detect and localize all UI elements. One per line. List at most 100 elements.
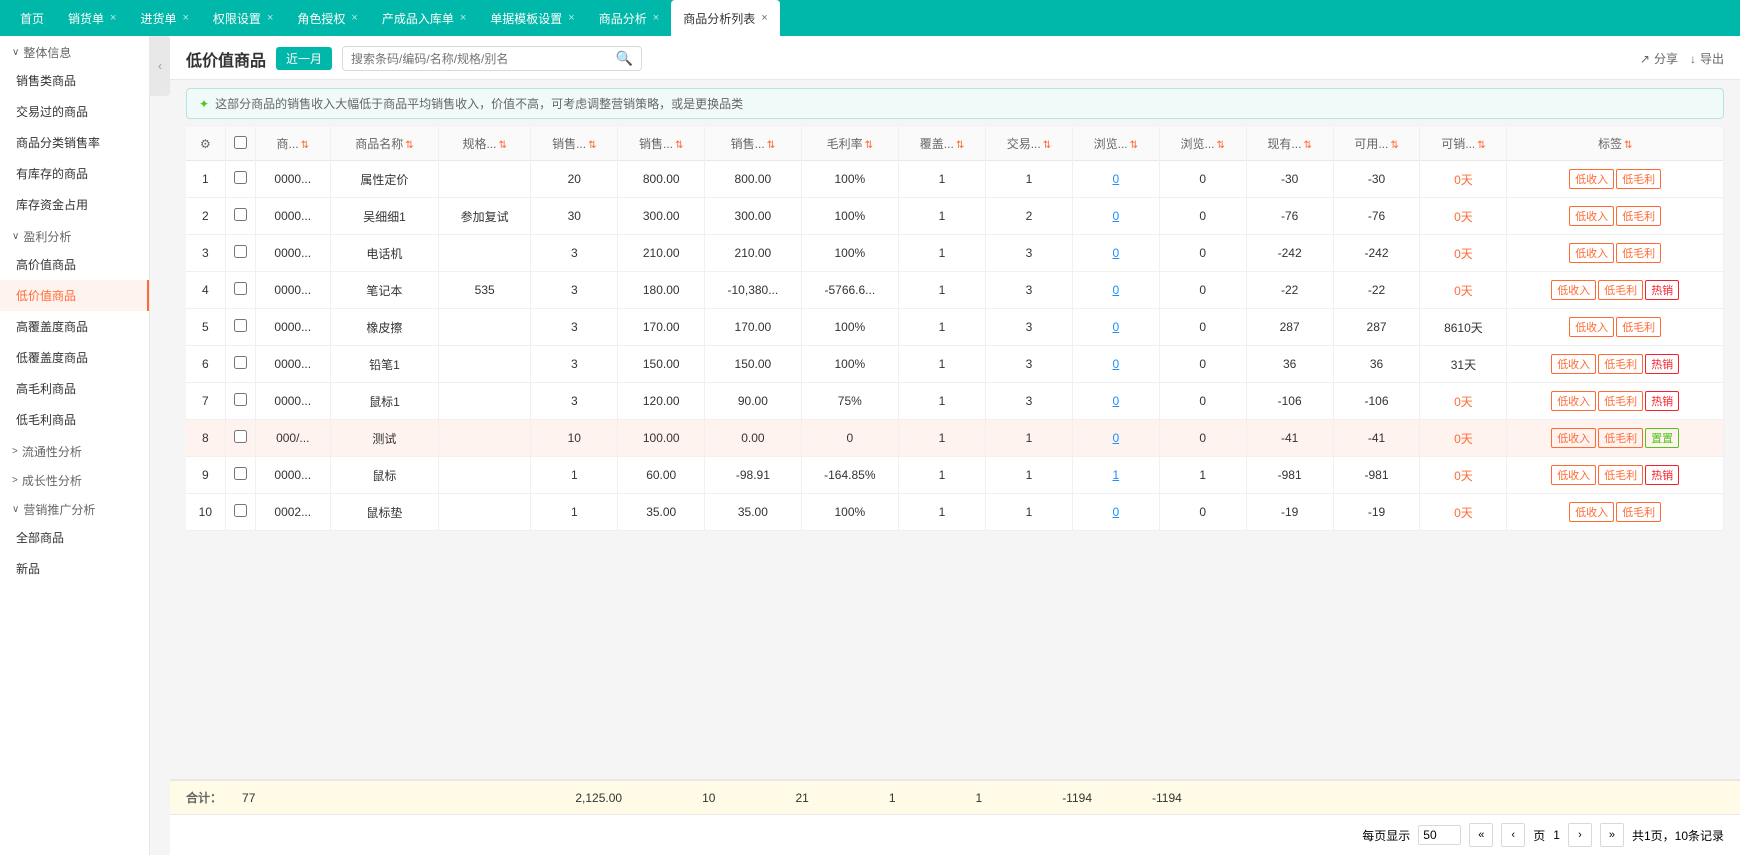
sidebar-section-profit[interactable]: ∨ 盈利分析 xyxy=(0,220,149,249)
row-checkbox-cell[interactable] xyxy=(225,383,255,420)
nav-tab-analysis[interactable]: 商品分析 × xyxy=(587,0,671,36)
sidebar-section-circulation[interactable]: > 流通性分析 xyxy=(0,435,149,464)
close-icon[interactable]: × xyxy=(110,12,116,24)
nav-tab-permissions[interactable]: 权限设置 × xyxy=(201,0,285,36)
nav-tab-purchase[interactable]: 进货单 × xyxy=(128,0,200,36)
row-checkbox[interactable] xyxy=(234,430,247,443)
row-checkbox[interactable] xyxy=(234,319,247,332)
prev-page-button[interactable]: ‹ xyxy=(1501,823,1525,847)
spec-header[interactable]: 规格...⇅ xyxy=(438,127,530,161)
sidebar-collapse-button[interactable]: ‹ xyxy=(150,36,170,96)
row-checkbox[interactable] xyxy=(234,282,247,295)
last-page-button[interactable]: » xyxy=(1600,823,1624,847)
next-page-button[interactable]: › xyxy=(1568,823,1592,847)
close-icon[interactable]: × xyxy=(460,12,466,24)
first-page-button[interactable]: « xyxy=(1469,823,1493,847)
transaction-header[interactable]: 交易...⇅ xyxy=(985,127,1072,161)
sidebar-item-all-products[interactable]: 全部商品 xyxy=(0,522,149,553)
close-icon[interactable]: × xyxy=(653,12,659,24)
row-checkbox[interactable] xyxy=(234,208,247,221)
sidebar-section-growth[interactable]: > 成长性分析 xyxy=(0,464,149,493)
browse1-link[interactable]: 0 xyxy=(1112,431,1119,445)
row-checkbox-cell[interactable] xyxy=(225,420,255,457)
select-all-checkbox[interactable] xyxy=(234,136,247,149)
tags-header[interactable]: 标签⇅ xyxy=(1507,127,1724,161)
row-checkbox[interactable] xyxy=(234,356,247,369)
nav-tab-inventory[interactable]: 产成品入库单 × xyxy=(370,0,478,36)
share-button[interactable]: ↗ 分享 xyxy=(1640,50,1678,67)
close-icon[interactable]: × xyxy=(761,12,767,24)
sidebar-item-sales-products[interactable]: 销售类商品 xyxy=(0,65,149,96)
close-icon[interactable]: × xyxy=(568,12,574,24)
row-checkbox[interactable] xyxy=(234,245,247,258)
browse1-link[interactable]: 0 xyxy=(1112,172,1119,186)
gross-margin-header[interactable]: 毛利率⇅ xyxy=(801,127,898,161)
sidebar-section-marketing[interactable]: ∨ 营销推广分析 xyxy=(0,493,149,522)
usable-stock-header[interactable]: 可用...⇅ xyxy=(1333,127,1420,161)
settings-header[interactable]: ⚙ xyxy=(186,127,225,161)
row-sales-qty: 1 xyxy=(531,494,618,531)
sidebar-item-stocked-products[interactable]: 有库存的商品 xyxy=(0,158,149,189)
row-spec xyxy=(438,161,530,198)
export-button[interactable]: ↓ 导出 xyxy=(1690,50,1724,67)
current-stock-header[interactable]: 现有...⇅ xyxy=(1246,127,1333,161)
sales-qty-header[interactable]: 销售...⇅ xyxy=(531,127,618,161)
close-icon[interactable]: × xyxy=(351,12,357,24)
browse1-link[interactable]: 0 xyxy=(1112,357,1119,371)
sidebar-item-new-products[interactable]: 新品 xyxy=(0,553,149,584)
browse1-link[interactable]: 1 xyxy=(1112,468,1119,482)
sidebar-item-traded-products[interactable]: 交易过的商品 xyxy=(0,96,149,127)
row-checkbox[interactable] xyxy=(234,393,247,406)
row-checkbox[interactable] xyxy=(234,171,247,184)
sidebar-item-low-coverage[interactable]: 低覆盖度商品 xyxy=(0,342,149,373)
row-checkbox-cell[interactable] xyxy=(225,309,255,346)
row-checkbox[interactable] xyxy=(234,504,247,517)
search-input[interactable] xyxy=(351,52,616,66)
sidebar-item-low-margin[interactable]: 低毛利商品 xyxy=(0,404,149,435)
nav-tab-roles[interactable]: 角色授权 × xyxy=(285,0,369,36)
per-page-select[interactable]: 50 100 200 xyxy=(1418,825,1461,845)
sales-avg-header[interactable]: 销售...⇅ xyxy=(705,127,801,161)
tag-badge: 低毛利 xyxy=(1616,317,1661,337)
row-checkbox-cell[interactable] xyxy=(225,494,255,531)
row-checkbox[interactable] xyxy=(234,467,247,480)
coverage-header[interactable]: 覆盖...⇅ xyxy=(899,127,986,161)
name-header[interactable]: 商品名称⇅ xyxy=(330,127,438,161)
close-icon[interactable]: × xyxy=(267,12,273,24)
browse1-header[interactable]: 浏览...⇅ xyxy=(1072,127,1159,161)
row-sales-avg: -10,380... xyxy=(705,272,801,309)
sales-amount-header[interactable]: 销售...⇅ xyxy=(618,127,705,161)
tag-badge: 热销 xyxy=(1645,280,1679,300)
nav-tab-home[interactable]: 首页 xyxy=(8,0,56,36)
row-checkbox-cell[interactable] xyxy=(225,198,255,235)
browse1-link[interactable]: 0 xyxy=(1112,209,1119,223)
time-filter-button[interactable]: 近一月 xyxy=(276,47,332,70)
sidebar-item-low-value[interactable]: 低价值商品 xyxy=(0,280,149,311)
nav-tab-templates[interactable]: 单据模板设置 × xyxy=(478,0,586,36)
sidebar-item-high-margin[interactable]: 高毛利商品 xyxy=(0,373,149,404)
browse2-header[interactable]: 浏览...⇅ xyxy=(1159,127,1246,161)
browse1-link[interactable]: 0 xyxy=(1112,394,1119,408)
sidebar-item-category-rate[interactable]: 商品分类销售率 xyxy=(0,127,149,158)
row-checkbox-cell[interactable] xyxy=(225,161,255,198)
sellable-stock-header[interactable]: 可销...⇅ xyxy=(1420,127,1507,161)
table-row: 1 0000... 属性定价 20 800.00 800.00 100% 1 1… xyxy=(186,161,1724,198)
browse1-link[interactable]: 0 xyxy=(1112,505,1119,519)
sidebar-item-inventory-funds[interactable]: 库存资金占用 xyxy=(0,189,149,220)
close-icon[interactable]: × xyxy=(182,12,188,24)
row-checkbox-cell[interactable] xyxy=(225,346,255,383)
nav-tab-analysis-list[interactable]: 商品分析列表 × xyxy=(671,0,779,36)
browse1-link[interactable]: 0 xyxy=(1112,320,1119,334)
row-checkbox-cell[interactable] xyxy=(225,235,255,272)
sidebar-item-high-coverage[interactable]: 高覆盖度商品 xyxy=(0,311,149,342)
nav-tab-sales[interactable]: 销货单 × xyxy=(56,0,128,36)
browse1-link[interactable]: 0 xyxy=(1112,283,1119,297)
sidebar-section-overall[interactable]: ∨ 整体信息 xyxy=(0,36,149,65)
checkbox-header[interactable] xyxy=(225,127,255,161)
sidebar-item-high-value[interactable]: 高价值商品 xyxy=(0,249,149,280)
row-checkbox-cell[interactable] xyxy=(225,457,255,494)
code-header[interactable]: 商...⇅ xyxy=(255,127,330,161)
browse1-link[interactable]: 0 xyxy=(1112,246,1119,260)
search-icon[interactable]: 🔍 xyxy=(616,50,633,67)
row-checkbox-cell[interactable] xyxy=(225,272,255,309)
